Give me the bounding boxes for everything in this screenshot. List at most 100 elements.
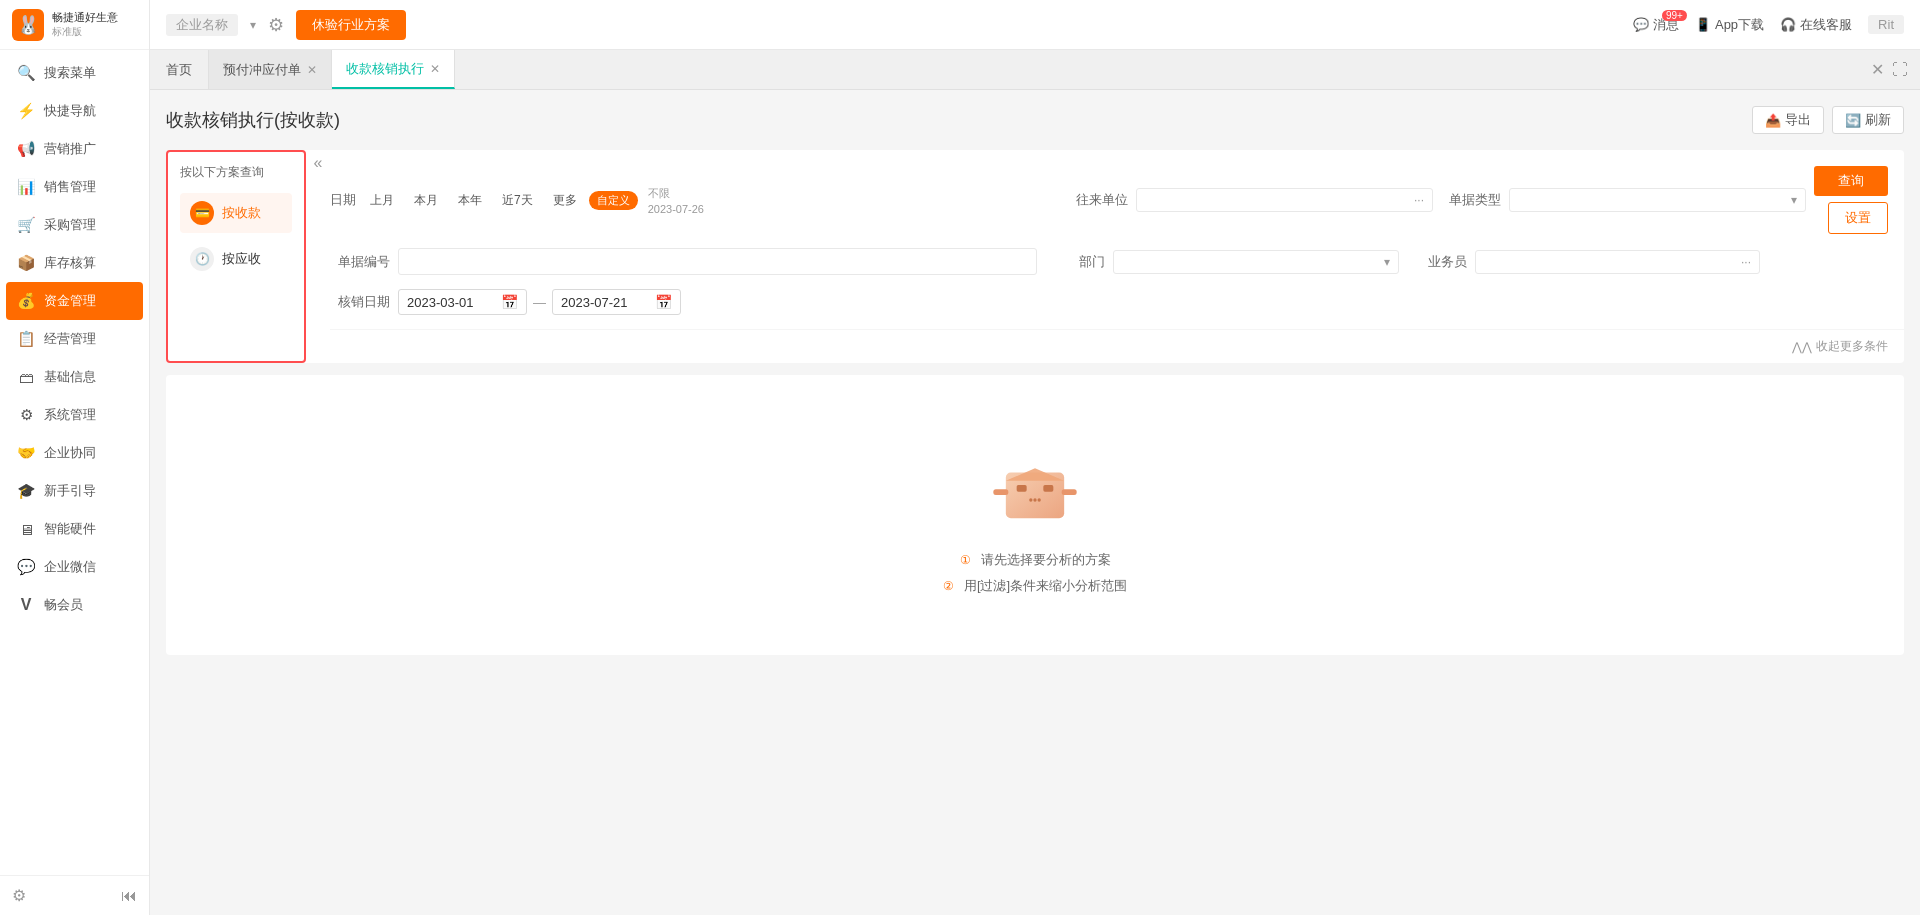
tab-collection-close[interactable]: ✕: [430, 62, 440, 76]
brand-dropdown-icon[interactable]: ▾: [250, 18, 256, 32]
sidebar-item-inventory[interactable]: 📦 库存核算: [0, 244, 149, 282]
export-button[interactable]: 📤 导出: [1752, 106, 1824, 134]
tab-prepay-close[interactable]: ✕: [307, 63, 317, 77]
doc-no-label: 单据编号: [330, 253, 390, 271]
collapse-sidebar-icon[interactable]: ⏮: [121, 887, 137, 905]
empty-hint-2: ② 用[过滤]条件来缩小分析范围: [943, 577, 1127, 595]
sidebar-item-quicknav[interactable]: ⚡ 快捷导航: [0, 92, 149, 130]
verify-date-end-input[interactable]: [561, 295, 651, 310]
svg-point-7: [1038, 498, 1041, 501]
topbar-right: 💬 消息 99+ 📱 App下载 🎧 在线客服 Rit: [1633, 15, 1904, 34]
collapse-more-button[interactable]: ⋀⋀ 收起更多条件: [1792, 338, 1888, 355]
action-buttons: 查询 设置: [1814, 166, 1888, 234]
topbar-settings-icon[interactable]: ⚙: [268, 14, 284, 36]
verify-date-field: 核销日期 📅 — 📅: [330, 289, 1041, 315]
counterpart-select[interactable]: ···: [1136, 188, 1433, 212]
sidebar-label-management: 经营管理: [44, 330, 96, 348]
message-button[interactable]: 💬 消息 99+: [1633, 16, 1679, 34]
tab-home[interactable]: 首页: [150, 50, 209, 89]
app-download-label: App下载: [1715, 16, 1764, 34]
page-header: 收款核销执行(按收款) 📤 导出 🔄 刷新: [166, 106, 1904, 134]
sidebar-item-basic[interactable]: 🗃 基础信息: [0, 358, 149, 396]
user-name[interactable]: Rit: [1868, 15, 1904, 34]
date-field: 日期 上月 本月 本年 近7天 更多 自定义 不限 2: [330, 186, 1060, 215]
filter-row-3: 核销日期 📅 — 📅: [330, 289, 1888, 315]
receipt-type-icon: 💳: [190, 201, 214, 225]
shortcut-this-month[interactable]: 本月: [406, 190, 446, 211]
app-logo: 🐰 畅捷通好生意 标准版: [0, 0, 149, 50]
finance-icon: 💰: [16, 292, 36, 310]
doc-type-select[interactable]: ▾: [1509, 188, 1806, 212]
empty-hint-2-text: 用[过滤]条件来缩小分析范围: [964, 577, 1127, 595]
online-service-link[interactable]: 🎧 在线客服: [1780, 16, 1852, 34]
guide-icon: 🎓: [16, 482, 36, 500]
svg-rect-4: [1062, 489, 1077, 495]
verify-date-start-input[interactable]: [407, 295, 497, 310]
shortcut-more[interactable]: 更多: [545, 190, 585, 211]
query-button[interactable]: 查询: [1814, 166, 1888, 196]
empty-illustration: [985, 435, 1085, 535]
system-icon: ⚙: [16, 406, 36, 424]
counterpart-chevron-icon: ···: [1414, 193, 1424, 207]
app-download-link[interactable]: 📱 App下载: [1695, 16, 1764, 34]
filter-row-1: 日期 上月 本月 本年 近7天 更多 自定义 不限 2: [330, 166, 1888, 234]
svg-rect-3: [993, 489, 1008, 495]
settings-bottom-icon[interactable]: ⚙: [12, 886, 26, 905]
verify-date-end-cal-icon[interactable]: 📅: [655, 294, 672, 310]
collapse-panel-btn[interactable]: «: [306, 150, 330, 363]
sidebar-item-member[interactable]: V 畅会员: [0, 586, 149, 624]
shortcut-last-month[interactable]: 上月: [362, 190, 402, 211]
doc-no-input[interactable]: [398, 248, 1037, 275]
sidebar-label-hardware: 智能硬件: [44, 520, 96, 538]
management-icon: 📋: [16, 330, 36, 348]
query-type-by-receivable[interactable]: 🕐 按应收: [180, 239, 292, 279]
content-body: ① 请先选择要分析的方案 ② 用[过滤]条件来缩小分析范围: [166, 375, 1904, 655]
tab-expand-icon[interactable]: ⛶: [1892, 61, 1908, 79]
member-icon: V: [16, 596, 36, 614]
refresh-button[interactable]: 🔄 刷新: [1832, 106, 1904, 134]
page-actions: 📤 导出 🔄 刷新: [1752, 106, 1904, 134]
service-icon: 🎧: [1780, 17, 1796, 32]
receivable-type-icon: 🕐: [190, 247, 214, 271]
tab-collection[interactable]: 收款核销执行 ✕: [332, 50, 455, 89]
custom-date-badge[interactable]: 自定义: [589, 191, 638, 210]
tab-close-all-icon[interactable]: ✕: [1871, 60, 1884, 79]
verify-date-start-cal-icon[interactable]: 📅: [501, 294, 518, 310]
shortcut-this-year[interactable]: 本年: [450, 190, 490, 211]
topbar-left: 企业名称 ▾ ⚙ 休验行业方案: [166, 10, 406, 40]
sidebar-item-search[interactable]: 🔍 搜索菜单: [0, 54, 149, 92]
empty-hint-1: ① 请先选择要分析的方案: [960, 551, 1111, 569]
sidebar-item-purchase[interactable]: 🛒 采购管理: [0, 206, 149, 244]
settings-filter-button[interactable]: 设置: [1828, 202, 1888, 234]
verify-date-label: 核销日期: [330, 293, 390, 311]
sidebar-item-hardware[interactable]: 🖥 智能硬件: [0, 510, 149, 548]
sidebar-label-search: 搜索菜单: [44, 64, 96, 82]
sidebar-item-marketing[interactable]: 📢 营销推广: [0, 130, 149, 168]
sidebar-item-management[interactable]: 📋 经营管理: [0, 320, 149, 358]
sidebar-label-quicknav: 快捷导航: [44, 102, 96, 120]
sidebar-item-finance[interactable]: 💰 资金管理: [6, 282, 143, 320]
shortcut-7days[interactable]: 近7天: [494, 190, 541, 211]
query-type-receivable-label: 按应收: [222, 250, 261, 268]
tabbar: 首页 预付冲应付单 ✕ 收款核销执行 ✕ ✕ ⛶: [150, 50, 1920, 90]
date-not-limit-label: 不限: [648, 186, 704, 201]
tab-prepay[interactable]: 预付冲应付单 ✕: [209, 50, 332, 89]
content-area: 收款核销执行(按收款) 📤 导出 🔄 刷新 按以下方案查询 💳 按收款: [150, 90, 1920, 915]
dept-field: 部门 ▾: [1045, 250, 1399, 274]
query-type-by-receipt[interactable]: 💳 按收款: [180, 193, 292, 233]
salesperson-select[interactable]: ···: [1475, 250, 1761, 274]
sidebar-item-collab[interactable]: 🤝 企业协同: [0, 434, 149, 472]
counterpart-field: 往来单位 ···: [1068, 188, 1433, 212]
purchase-icon: 🛒: [16, 216, 36, 234]
industry-solution-button[interactable]: 休验行业方案: [296, 10, 406, 40]
sidebar-item-system[interactable]: ⚙ 系统管理: [0, 396, 149, 434]
brand-name: 企业名称: [166, 14, 238, 36]
inventory-icon: 📦: [16, 254, 36, 272]
sidebar-item-sales[interactable]: 📊 销售管理: [0, 168, 149, 206]
query-type-receipt-label: 按收款: [222, 204, 261, 222]
dept-select[interactable]: ▾: [1113, 250, 1399, 274]
sidebar-item-guide[interactable]: 🎓 新手引导: [0, 472, 149, 510]
sidebar-item-wechat[interactable]: 💬 企业微信: [0, 548, 149, 586]
svg-rect-1: [1017, 485, 1027, 492]
svg-point-5: [1029, 498, 1032, 501]
